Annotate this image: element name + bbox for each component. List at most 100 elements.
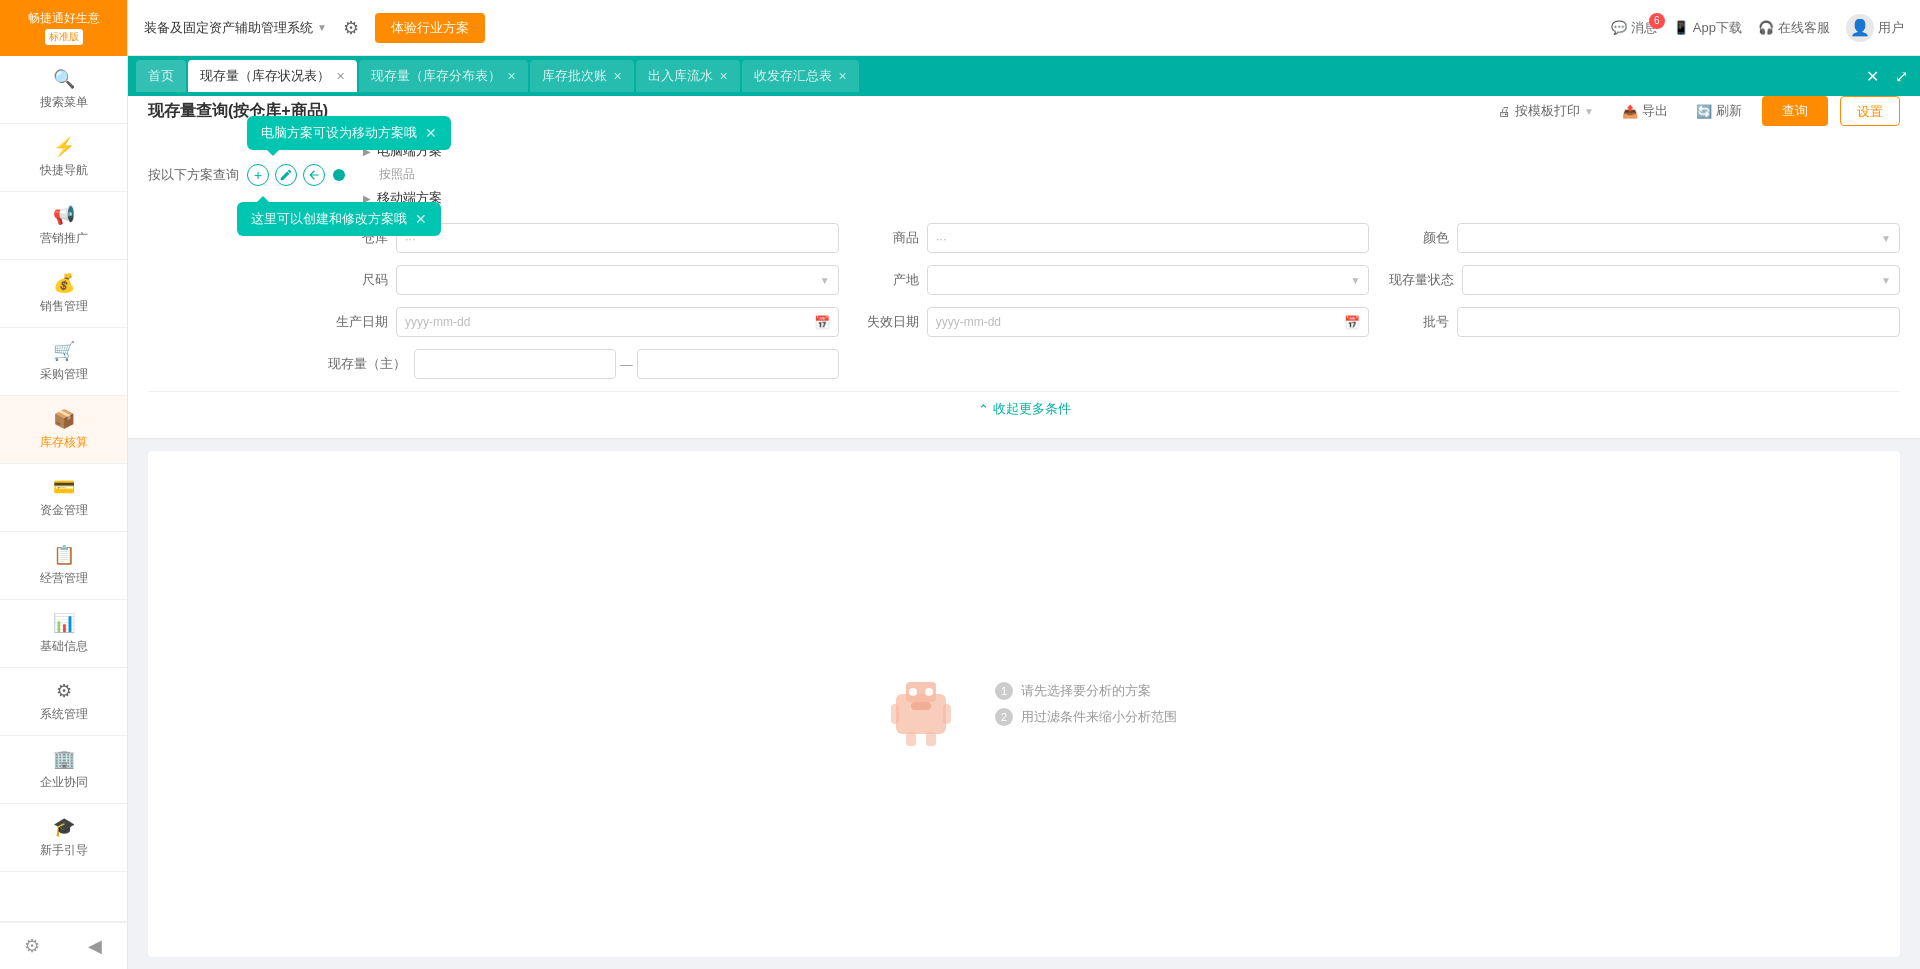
settings-icon[interactable]: ⚙ (0, 923, 64, 969)
color-label: 颜色 (1389, 229, 1449, 247)
nav-tabs: 首页 现存量（库存状况表） ✕ 现存量（库存分布表） ✕ 库存批次账 ✕ 出入库… (128, 56, 1920, 96)
tab-in-out-flow-close[interactable]: ✕ (719, 71, 728, 82)
product-label: 商品 (859, 229, 919, 247)
messages-item[interactable]: 💬 6 消息 (1611, 19, 1657, 37)
stock-main-to[interactable] (637, 349, 839, 379)
sidebar-item-finance[interactable]: 💳 资金管理 (0, 464, 127, 532)
sidebar-item-enterprise[interactable]: 🏢 企业协同 (0, 736, 127, 804)
sidebar-item-basic[interactable]: 📊 基础信息 (0, 600, 127, 668)
enterprise-icon: 🏢 (53, 748, 75, 770)
edit-scheme-btn[interactable] (275, 164, 297, 186)
back-scheme-btn[interactable] (303, 164, 325, 186)
tab-inventory-dist-label: 现存量（库存分布表） (371, 67, 501, 85)
nav-expand-icon[interactable]: ⤢ (1891, 63, 1912, 90)
svg-rect-7 (906, 732, 916, 746)
system-selector[interactable]: 装备及固定资产辅助管理系统 ▼ (144, 19, 327, 37)
sidebar-item-inventory[interactable]: 📦 库存核算 (0, 396, 127, 464)
print-dropdown-arrow: ▼ (1584, 106, 1594, 117)
origin-label: 产地 (859, 271, 919, 289)
tab-home[interactable]: 首页 (136, 60, 186, 92)
filter-row-2: 尺码 ▼ 产地 ▼ (328, 265, 1900, 295)
sidebar-logo: 畅捷通好生意 标准版 (0, 0, 127, 56)
origin-input[interactable]: ▼ (927, 265, 1370, 295)
edit-tooltip: 这里可以创建和修改方案哦 ✕ (237, 202, 441, 236)
tab-collect-summary[interactable]: 收发存汇总表 ✕ (742, 60, 859, 92)
purchase-label: 采购管理 (40, 366, 88, 383)
sidebar-item-quick[interactable]: ⚡ 快捷导航 (0, 124, 127, 192)
tab-collect-summary-close[interactable]: ✕ (838, 71, 847, 82)
main-search-btn[interactable]: 查询 (1762, 96, 1828, 126)
expiry-date-input[interactable]: yyyy-mm-dd 📅 (927, 307, 1370, 337)
collapse-btn[interactable]: ⌃ 收起更多条件 (148, 391, 1900, 426)
manufacture-date-input[interactable]: yyyy-mm-dd 📅 (396, 307, 839, 337)
print-template-btn[interactable]: 🖨 按模板打印 ▼ (1490, 98, 1602, 124)
user-item[interactable]: 👤 用户 (1846, 14, 1904, 42)
tab-inventory-status-close[interactable]: ✕ (336, 71, 345, 82)
sidebar-item-sales[interactable]: 💰 销售管理 (0, 260, 127, 328)
user-label: 用户 (1878, 19, 1904, 37)
tab-in-out-flow[interactable]: 出入库流水 ✕ (636, 60, 740, 92)
filter-row-1: 仓库 ··· 商品 ··· (328, 223, 1900, 253)
main-reset-btn[interactable]: 设置 (1840, 96, 1900, 126)
tab-inventory-dist[interactable]: 现存量（库存分布表） ✕ (359, 60, 528, 92)
sidebar-item-system[interactable]: ⚙ 系统管理 (0, 668, 127, 736)
filter-row-4: 现存量（主） — (328, 349, 1900, 379)
message-icon: 💬 (1611, 20, 1627, 35)
sidebar-item-guide[interactable]: 🎓 新手引导 (0, 804, 127, 872)
refresh-btn[interactable]: 🔄 刷新 (1688, 98, 1750, 124)
tab-home-label: 首页 (148, 67, 174, 85)
scheme-sub-label: 按照品 (379, 167, 415, 181)
scheme-tooltip: 电脑方案可设为移动方案哦 ✕ (247, 116, 451, 150)
stock-main-field: 现存量（主） — (328, 349, 839, 379)
page-actions: 🖨 按模板打印 ▼ 📤 导出 🔄 刷新 查询 设置 (1490, 96, 1900, 126)
batch-input[interactable] (1457, 307, 1900, 337)
sidebar-item-search[interactable]: 🔍 搜索菜单 (0, 56, 127, 124)
basic-label: 基础信息 (40, 638, 88, 655)
stock-status-field: 现存量状态 ▼ (1389, 265, 1900, 295)
stock-main-from[interactable] (414, 349, 616, 379)
user-avatar: 👤 (1846, 14, 1874, 42)
export-label: 导出 (1642, 102, 1668, 120)
sidebar-item-operations[interactable]: 📋 经营管理 (0, 532, 127, 600)
empty-illustration (871, 654, 971, 754)
refresh-label: 刷新 (1716, 102, 1742, 120)
scheme-sub-item[interactable]: 按照品 (379, 164, 442, 185)
phone-icon: 📱 (1673, 20, 1689, 35)
export-btn[interactable]: 📤 导出 (1614, 98, 1676, 124)
tab-inventory-status[interactable]: 现存量（库存状况表） ✕ (188, 60, 357, 92)
search-icon: 🔍 (53, 68, 75, 90)
collapse-up-icon: ⌃ (978, 402, 989, 417)
search-label: 搜索菜单 (40, 94, 88, 111)
sidebar-item-purchase[interactable]: 🛒 采购管理 (0, 328, 127, 396)
origin-field: 产地 ▼ (859, 265, 1370, 295)
app-download-label: App下载 (1693, 19, 1742, 37)
product-input[interactable]: ··· (927, 223, 1370, 253)
refresh-icon: 🔄 (1696, 104, 1712, 119)
tab-batch-account[interactable]: 库存批次账 ✕ (530, 60, 634, 92)
stock-status-dropdown-arrow: ▼ (1881, 275, 1891, 286)
tip-number-1: 1 (995, 682, 1013, 700)
size-input[interactable]: ▼ (396, 265, 839, 295)
quick-icon: ⚡ (53, 136, 75, 158)
empty-tip-1: 1 请先选择要分析的方案 (995, 682, 1177, 700)
warehouse-input[interactable]: ··· (396, 223, 839, 253)
add-scheme-btn[interactable]: + (247, 164, 269, 186)
edit-tooltip-close[interactable]: ✕ (415, 211, 427, 227)
empty-tips: 1 请先选择要分析的方案 2 用过滤条件来缩小分析范围 (995, 682, 1177, 726)
scheme-tooltip-close[interactable]: ✕ (425, 125, 437, 141)
collapse-sidebar-icon[interactable]: ◀ (64, 923, 128, 969)
online-support-item[interactable]: 🎧 在线客服 (1758, 19, 1830, 37)
app-download-item[interactable]: 📱 App下载 (1673, 19, 1742, 37)
tab-batch-account-close[interactable]: ✕ (613, 71, 622, 82)
edit-tooltip-text: 这里可以创建和修改方案哦 (251, 210, 407, 228)
trial-btn[interactable]: 体验行业方案 (375, 13, 485, 43)
filter-row-3: 生产日期 yyyy-mm-dd 📅 失效日期 yyyy-mm-dd 📅 (328, 307, 1900, 337)
sidebar-item-marketing[interactable]: 📢 营销推广 (0, 192, 127, 260)
stock-status-input[interactable]: ▼ (1462, 265, 1900, 295)
tab-inventory-dist-close[interactable]: ✕ (507, 71, 516, 82)
color-input[interactable]: ▼ (1457, 223, 1900, 253)
nav-close-all-icon[interactable]: ✕ (1862, 63, 1883, 90)
inventory-icon: 📦 (53, 408, 75, 430)
topbar-settings-icon[interactable]: ⚙ (339, 13, 363, 43)
quick-label: 快捷导航 (40, 162, 88, 179)
